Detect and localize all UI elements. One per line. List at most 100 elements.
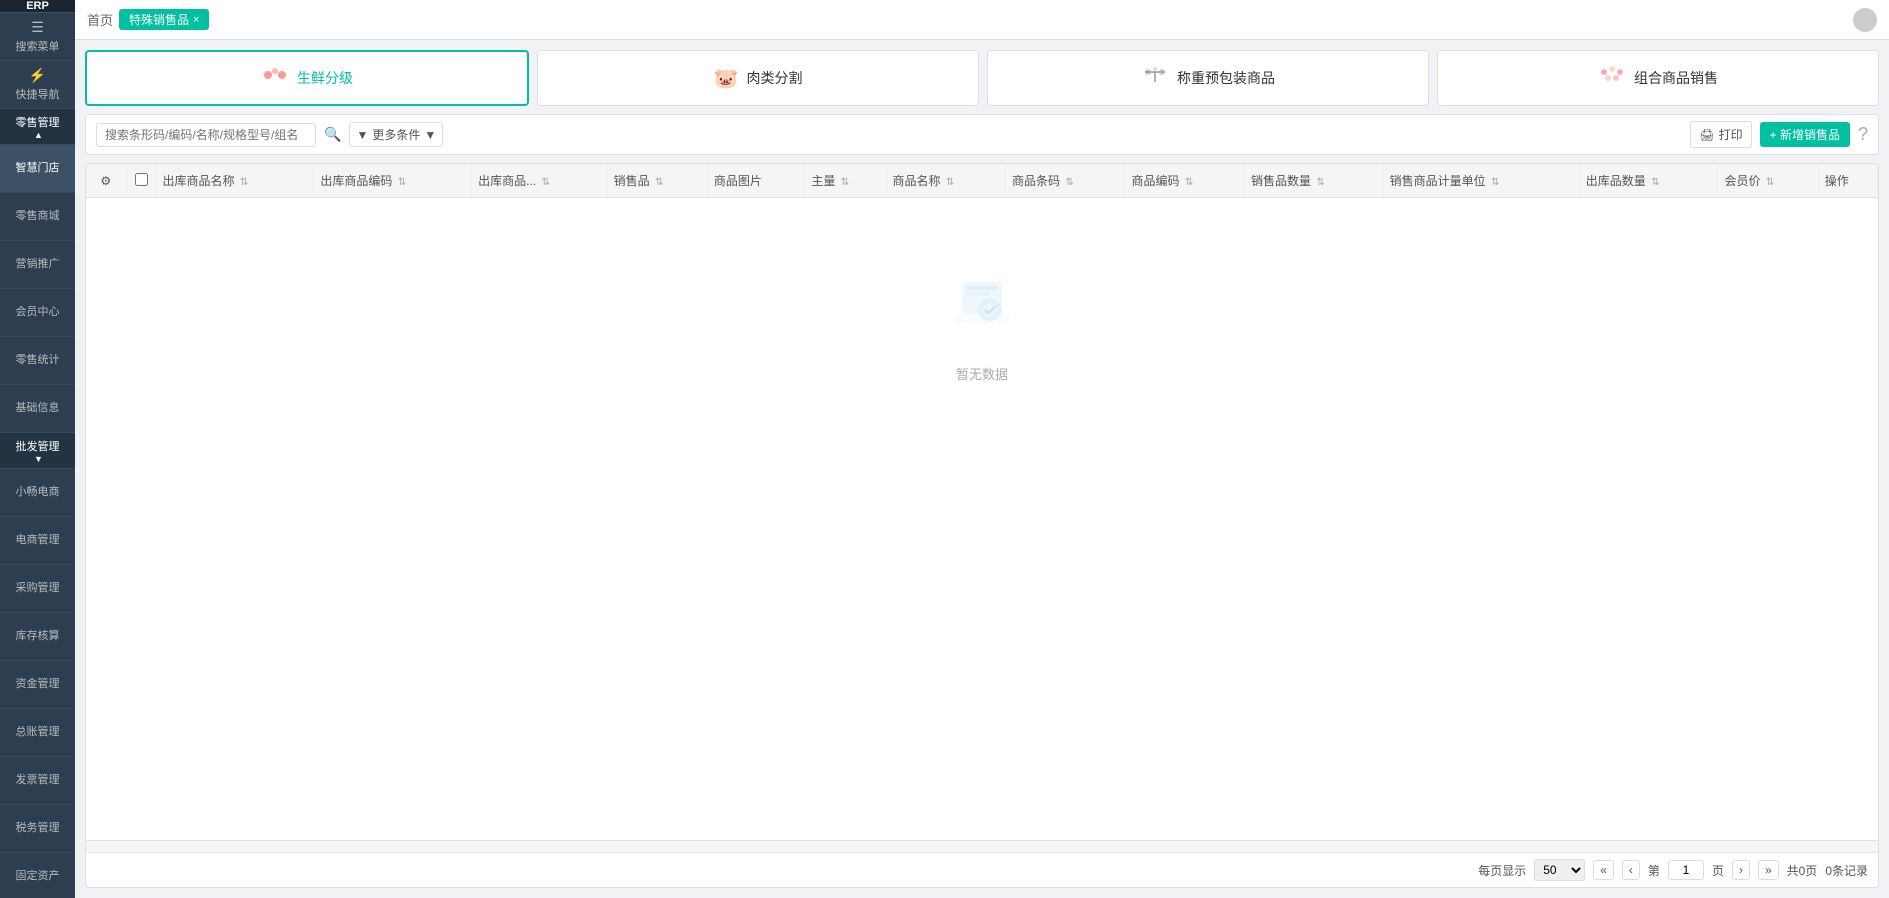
sidebar-item-search-menu[interactable]: ☰ 搜索菜单 [0, 13, 75, 61]
sidebar-item-inventory[interactable]: 库存核算 [0, 613, 75, 661]
th-product-barcode: 商品条码 ⇅ [1006, 164, 1125, 198]
tab-fresh-grade[interactable]: 生鲜分级 [85, 50, 529, 106]
sidebar-item-ecomm-mgmt[interactable]: 电商管理 [0, 517, 75, 565]
sidebar-item-label: 零售商城 [16, 209, 60, 224]
sidebar-item-label: 快捷导航 [16, 88, 60, 103]
sidebar-item-retail-stats[interactable]: 零售统计 [0, 337, 75, 385]
sidebar-item-retail-mgmt[interactable]: 零售管理 ▲ [0, 109, 75, 145]
horizontal-scrollbar[interactable] [86, 840, 1878, 852]
chevron-down-icon: ▼ [34, 454, 43, 464]
th-action: 操作 [1818, 164, 1877, 198]
sort-icon[interactable]: ⇅ [841, 177, 849, 188]
page-number-input[interactable] [1668, 860, 1704, 880]
user-avatar[interactable] [1853, 8, 1877, 32]
tab-meat-division[interactable]: 🐷 肉类分割 [537, 50, 979, 106]
th-checkbox[interactable] [126, 164, 156, 198]
filter-right: 🖨 打印 + 新增销售品 ? [1690, 121, 1868, 148]
sidebar-item-label: 零售统计 [16, 353, 60, 368]
main-content: 首页 特殊销售品 × 生鲜分级 [75, 0, 1889, 898]
sidebar-item-tax-mgmt[interactable]: 税务管理 [0, 805, 75, 853]
sidebar-item-ledger-mgmt[interactable]: 总账管理 [0, 709, 75, 757]
search-icon[interactable]: 🔍 [324, 126, 341, 143]
empty-state: 暂无数据 [86, 198, 1878, 443]
sidebar-item-purchase-mgmt[interactable]: 采购管理 [0, 565, 75, 613]
total-records-label: 0条记录 [1825, 862, 1868, 879]
tab-combo-sales-label: 组合商品销售 [1634, 68, 1718, 88]
menu-icon: ☰ [31, 18, 44, 38]
page-label: 第 [1648, 862, 1660, 879]
sidebar-item-invoice-mgmt[interactable]: 发票管理 [0, 757, 75, 805]
th-main-weight: 主量 ⇅ [805, 164, 886, 198]
breadcrumb-home[interactable]: 首页 [87, 10, 113, 29]
page-unit-label: 页 [1712, 862, 1724, 879]
print-label: 打印 [1719, 126, 1743, 143]
tab-fresh-grade-label: 生鲜分级 [297, 68, 353, 88]
sidebar-item-fixed-assets[interactable]: 固定资产 [0, 853, 75, 898]
sort-icon[interactable]: ⇅ [946, 177, 954, 188]
combo-icon [1598, 64, 1626, 92]
search-input[interactable] [96, 123, 316, 147]
tab-combo-sales[interactable]: 组合商品销售 [1437, 50, 1879, 106]
sort-icon[interactable]: ⇅ [542, 177, 550, 188]
col-label: 商品条码 [1012, 174, 1060, 188]
sidebar-item-quick-nav[interactable]: ⚡ 快捷导航 [0, 61, 75, 109]
sort-icon[interactable]: ⇅ [1651, 177, 1659, 188]
breadcrumb-current-tab[interactable]: 特殊销售品 × [119, 9, 209, 30]
tab-label: 特殊销售品 [129, 11, 189, 28]
sidebar-item-label: 发票管理 [16, 773, 60, 788]
col-label: 出库商品... [478, 174, 536, 188]
sidebar-item-label: 小畅电商 [16, 485, 60, 500]
sidebar-item-label: 电商管理 [16, 533, 60, 548]
close-tab-button[interactable]: × [193, 14, 199, 26]
select-all-checkbox[interactable] [135, 173, 148, 186]
tab-weight-pack[interactable]: 称重预包装商品 [987, 50, 1429, 106]
more-filter-button[interactable]: ▼ 更多条件 ▼ [349, 122, 443, 147]
sidebar-item-wholesale-mgmt[interactable]: 批发管理 ▼ [0, 433, 75, 469]
sort-icon[interactable]: ⇅ [1491, 177, 1499, 188]
breadcrumb: 首页 特殊销售品 × [87, 9, 209, 30]
data-table: ⚙ 出库商品名称 ⇅ 出库商品编码 ⇅ [86, 164, 1878, 198]
pagination-bar: 每页显示 50 10 20 100 « ‹ 第 页 › » 共0页 0条记录 [86, 852, 1878, 887]
tab-cards: 生鲜分级 🐷 肉类分割 称重预包装商品 [85, 50, 1879, 106]
prev-page-button[interactable]: ‹ [1622, 860, 1640, 880]
sidebar-item-mini-ecomm[interactable]: 小畅电商 [0, 469, 75, 517]
sort-icon[interactable]: ⇅ [240, 177, 248, 188]
first-page-button[interactable]: « [1593, 860, 1614, 880]
th-product-image: 商品图片 [707, 164, 805, 198]
sidebar-item-sales-promo[interactable]: 营销推广 [0, 241, 75, 289]
sidebar-item-label: 搜索菜单 [16, 40, 60, 55]
sidebar-item-finance-mgmt[interactable]: 资金管理 [0, 661, 75, 709]
total-pages-label: 共0页 [1787, 862, 1818, 879]
sort-icon[interactable]: ⇅ [398, 177, 406, 188]
sidebar-item-basic-info[interactable]: 基础信息 [0, 385, 75, 433]
sort-icon[interactable]: ⇅ [1316, 177, 1324, 188]
tab-weight-pack-label: 称重预包装商品 [1177, 68, 1275, 88]
col-label: 操作 [1825, 174, 1849, 188]
sidebar-item-retail-mall[interactable]: 零售商城 [0, 193, 75, 241]
next-page-button[interactable]: › [1732, 860, 1750, 880]
th-settings[interactable]: ⚙ [86, 164, 126, 198]
print-button[interactable]: 🖨 打印 [1690, 121, 1751, 148]
th-sale-product: 销售品 ⇅ [607, 164, 707, 198]
sidebar-item-smart-store[interactable]: 智慧门店 [0, 145, 75, 193]
sort-icon[interactable]: ⇅ [1065, 177, 1073, 188]
help-button[interactable]: ? [1858, 124, 1868, 145]
print-icon: 🖨 [1699, 128, 1714, 142]
filter-icon: ▼ [356, 128, 368, 142]
sort-icon[interactable]: ⇅ [1185, 177, 1193, 188]
filter-bar: 🔍 ▼ 更多条件 ▼ 🖨 打印 + 新增销售品 ? [85, 114, 1879, 155]
empty-label: 暂无数据 [956, 364, 1008, 383]
th-product-name: 商品名称 ⇅ [886, 164, 1005, 198]
sort-icon[interactable]: ⇅ [1766, 177, 1774, 188]
last-page-button[interactable]: » [1758, 860, 1779, 880]
col-label: 商品编码 [1131, 174, 1179, 188]
add-label: + 新增销售品 [1770, 126, 1840, 143]
page-size-select[interactable]: 50 10 20 100 [1534, 859, 1585, 881]
table-wrapper[interactable]: ⚙ 出库商品名称 ⇅ 出库商品编码 ⇅ [86, 164, 1878, 840]
add-product-button[interactable]: + 新增销售品 [1760, 122, 1850, 147]
chevron-down-icon: ▲ [34, 130, 43, 140]
sort-icon[interactable]: ⇅ [655, 177, 663, 188]
col-label: 出库商品名称 [163, 174, 235, 188]
col-label: 销售品 [614, 174, 650, 188]
sidebar-item-member-center[interactable]: 会员中心 [0, 289, 75, 337]
